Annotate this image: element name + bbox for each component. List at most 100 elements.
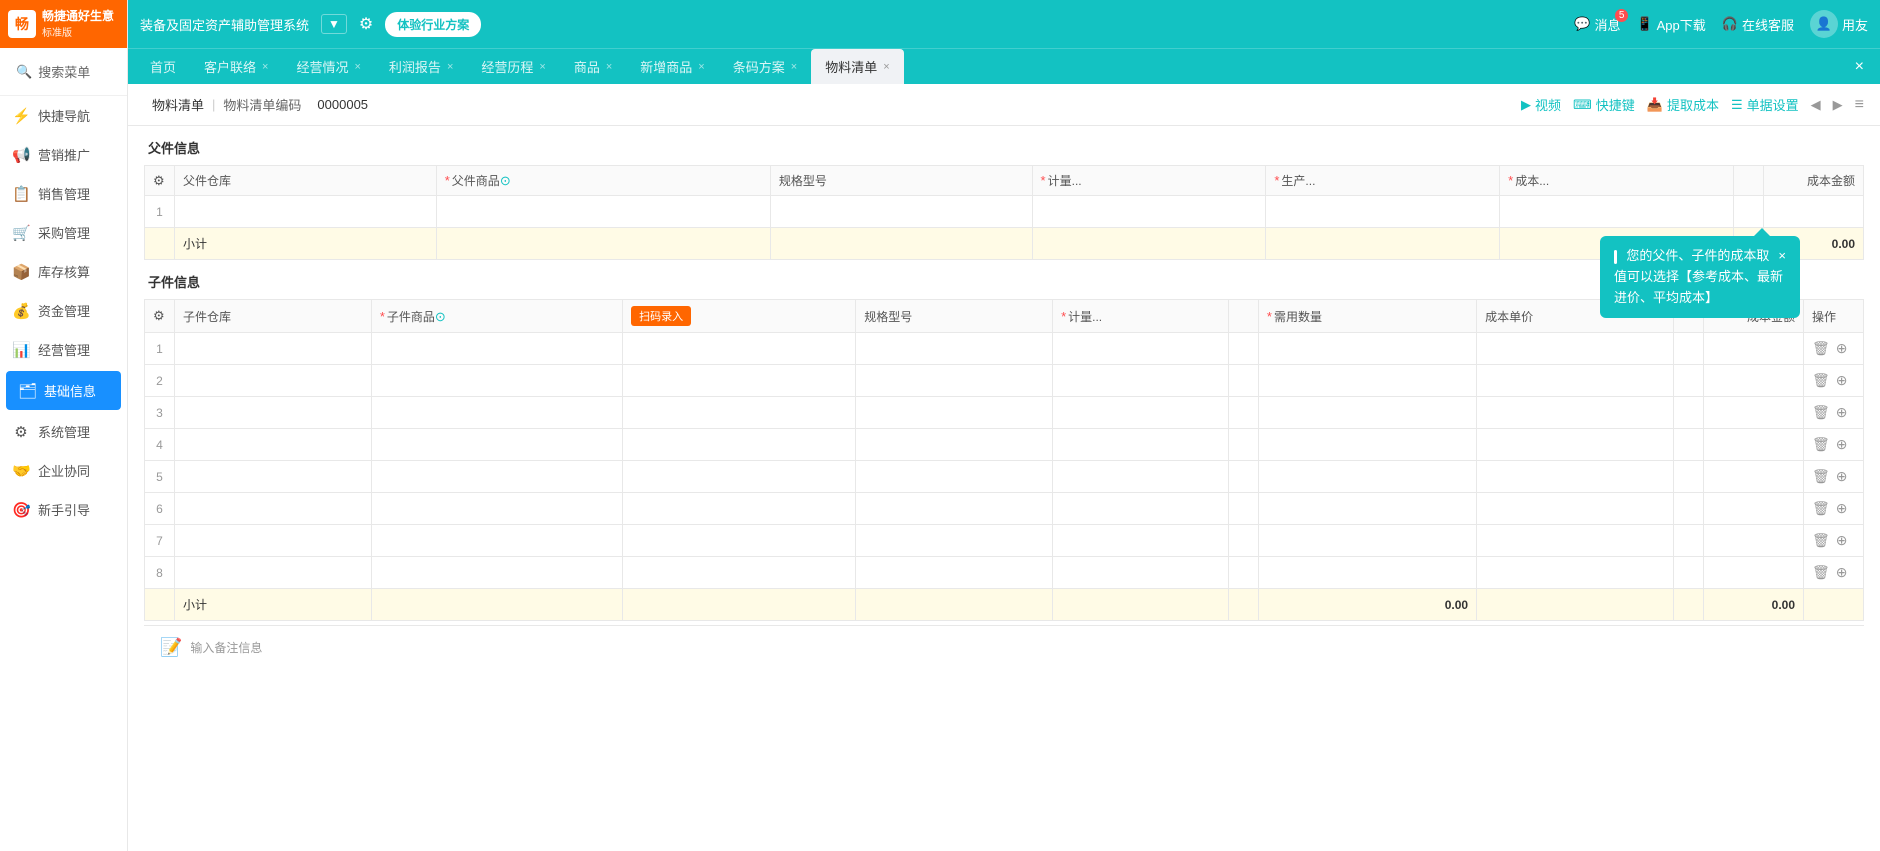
child-row-3-goods[interactable] bbox=[371, 397, 622, 429]
parent-row-1-goods[interactable] bbox=[436, 196, 770, 228]
tab-goods[interactable]: 商品 × bbox=[560, 49, 626, 84]
sidebar-item-guide[interactable]: 🎯 新手引导 bbox=[0, 490, 127, 529]
child-row-1-delete-button[interactable]: 🗑 bbox=[1812, 340, 1830, 357]
child-row-2-spec[interactable] bbox=[856, 365, 1053, 397]
search-menu-button[interactable]: 🔍 搜索菜单 bbox=[8, 56, 119, 87]
child-row-1-qty[interactable] bbox=[1258, 333, 1476, 365]
tooltip-close-button[interactable]: × bbox=[1778, 246, 1786, 267]
child-row-5-goods[interactable] bbox=[371, 461, 622, 493]
child-row-1-goods[interactable] bbox=[371, 333, 622, 365]
system-dropdown-button[interactable]: ▼ bbox=[321, 14, 347, 34]
child-row-8-delete-button[interactable]: 🗑 bbox=[1812, 564, 1830, 581]
child-row-2-goods[interactable] bbox=[371, 365, 622, 397]
tab-customer[interactable]: 客户联络 × bbox=[190, 49, 282, 84]
sidebar-item-operations[interactable]: 📊 经营管理 bbox=[0, 330, 127, 369]
child-row-7-warehouse[interactable] bbox=[175, 525, 372, 557]
child-row-4-warehouse[interactable] bbox=[175, 429, 372, 461]
tab-bom[interactable]: 物料清单 × bbox=[811, 49, 903, 84]
tab-customer-close[interactable]: × bbox=[262, 61, 268, 73]
child-row-7-delete-button[interactable]: 🗑 bbox=[1812, 532, 1830, 549]
child-row-2-unit[interactable] bbox=[1053, 365, 1229, 397]
child-row-2-warehouse[interactable] bbox=[175, 365, 372, 397]
child-row-4-delete-button[interactable]: 🗑 bbox=[1812, 436, 1830, 453]
child-row-3-unit-cost[interactable] bbox=[1477, 397, 1674, 429]
view-video-button[interactable]: ▶ 视频 bbox=[1521, 95, 1561, 114]
child-row-6-warehouse[interactable] bbox=[175, 493, 372, 525]
child-row-3-unit[interactable] bbox=[1053, 397, 1229, 429]
child-row-7-unit-cost[interactable] bbox=[1477, 525, 1674, 557]
tab-newgoods-close[interactable]: × bbox=[698, 61, 704, 73]
child-row-3-copy-button[interactable]: ⊕ bbox=[1836, 404, 1848, 421]
parent-row-1-spec[interactable] bbox=[770, 196, 1032, 228]
child-row-8-spec[interactable] bbox=[856, 557, 1053, 589]
user-menu-button[interactable]: 👤 用友 bbox=[1810, 10, 1868, 38]
child-row-7-spec[interactable] bbox=[856, 525, 1053, 557]
child-row-4-copy-button[interactable]: ⊕ bbox=[1836, 436, 1848, 453]
child-row-8-unit-cost[interactable] bbox=[1477, 557, 1674, 589]
tab-profit-close[interactable]: × bbox=[447, 61, 453, 73]
child-row-4-spec[interactable] bbox=[856, 429, 1053, 461]
child-row-5-delete-button[interactable]: 🗑 bbox=[1812, 468, 1830, 485]
child-row-8-warehouse[interactable] bbox=[175, 557, 372, 589]
tab-history-close[interactable]: × bbox=[539, 61, 545, 73]
tab-barcode[interactable]: 条码方案 × bbox=[719, 49, 811, 84]
tab-bom-close[interactable]: × bbox=[883, 61, 889, 73]
child-row-3-delete-button[interactable]: 🗑 bbox=[1812, 404, 1830, 421]
child-row-7-qty[interactable] bbox=[1258, 525, 1476, 557]
child-row-6-qty[interactable] bbox=[1258, 493, 1476, 525]
single-settings-button[interactable]: ☰ 单据设置 bbox=[1731, 95, 1799, 114]
breadcrumb-bom[interactable]: 物料清单 bbox=[144, 95, 212, 114]
parent-col-settings[interactable]: ⚙ bbox=[145, 166, 175, 196]
child-row-6-delete-button[interactable]: 🗑 bbox=[1812, 500, 1830, 517]
tab-history[interactable]: 经营历程 × bbox=[467, 49, 559, 84]
child-row-4-qty[interactable] bbox=[1258, 429, 1476, 461]
child-row-3-qty[interactable] bbox=[1258, 397, 1476, 429]
sidebar-item-quicknav[interactable]: ⚡ 快捷导航 bbox=[0, 96, 127, 135]
child-row-4-unit[interactable] bbox=[1053, 429, 1229, 461]
child-row-2-delete-button[interactable]: 🗑 bbox=[1812, 372, 1830, 389]
parent-row-1-cost[interactable] bbox=[1500, 196, 1734, 228]
child-row-5-unit[interactable] bbox=[1053, 461, 1229, 493]
app-download-button[interactable]: 📱 App下载 bbox=[1636, 15, 1705, 34]
sidebar-item-enterprise[interactable]: 🤝 企业协同 bbox=[0, 451, 127, 490]
child-row-8-copy-button[interactable]: ⊕ bbox=[1836, 564, 1848, 581]
sidebar-item-finance[interactable]: 💰 资金管理 bbox=[0, 291, 127, 330]
nav-next-button[interactable]: ▶ bbox=[1833, 97, 1843, 113]
sidebar-item-marketing[interactable]: 📢 营销推广 bbox=[0, 135, 127, 174]
trial-plan-button[interactable]: 体验行业方案 bbox=[385, 12, 481, 37]
extract-cost-button[interactable]: 📥 提取成本 bbox=[1647, 95, 1719, 114]
child-row-6-unit[interactable] bbox=[1053, 493, 1229, 525]
child-row-6-spec[interactable] bbox=[856, 493, 1053, 525]
sidebar-item-inventory[interactable]: 📦 库存核算 bbox=[0, 252, 127, 291]
sidebar-item-basicinfo[interactable]: 🗂 基础信息 bbox=[6, 371, 121, 410]
child-row-4-unit-cost[interactable] bbox=[1477, 429, 1674, 461]
child-row-5-unit-cost[interactable] bbox=[1477, 461, 1674, 493]
parent-row-1-produce[interactable] bbox=[1266, 196, 1500, 228]
tab-barcode-close[interactable]: × bbox=[791, 61, 797, 73]
sidebar-item-purchase[interactable]: 🛒 采购管理 bbox=[0, 213, 127, 252]
scan-input-button[interactable]: 扫码录入 bbox=[631, 306, 691, 326]
message-button[interactable]: 💬 消息 5 bbox=[1574, 15, 1620, 34]
child-row-5-warehouse[interactable] bbox=[175, 461, 372, 493]
child-row-3-spec[interactable] bbox=[856, 397, 1053, 429]
tab-goods-close[interactable]: × bbox=[606, 61, 612, 73]
child-row-6-goods[interactable] bbox=[371, 493, 622, 525]
child-row-8-goods[interactable] bbox=[371, 557, 622, 589]
tab-operation-close[interactable]: × bbox=[354, 61, 360, 73]
child-row-6-copy-button[interactable]: ⊕ bbox=[1836, 500, 1848, 517]
child-col-settings[interactable]: ⚙ bbox=[145, 300, 175, 333]
parent-row-1-unit[interactable] bbox=[1032, 196, 1266, 228]
child-row-2-qty[interactable] bbox=[1258, 365, 1476, 397]
child-row-2-copy-button[interactable]: ⊕ bbox=[1836, 372, 1848, 389]
parent-row-1-warehouse[interactable] bbox=[175, 196, 437, 228]
child-row-5-qty[interactable] bbox=[1258, 461, 1476, 493]
expand-button[interactable]: ≡ bbox=[1855, 96, 1864, 114]
online-service-button[interactable]: 🎧 在线客服 bbox=[1722, 15, 1794, 34]
child-row-8-qty[interactable] bbox=[1258, 557, 1476, 589]
nav-prev-button[interactable]: ◀ bbox=[1811, 97, 1821, 113]
tab-operation[interactable]: 经营情况 × bbox=[282, 49, 374, 84]
tab-newgoods[interactable]: 新增商品 × bbox=[626, 49, 718, 84]
sidebar-item-system[interactable]: ⚙ 系统管理 bbox=[0, 412, 127, 451]
sidebar-item-sales[interactable]: 📋 销售管理 bbox=[0, 174, 127, 213]
child-row-4-goods[interactable] bbox=[371, 429, 622, 461]
